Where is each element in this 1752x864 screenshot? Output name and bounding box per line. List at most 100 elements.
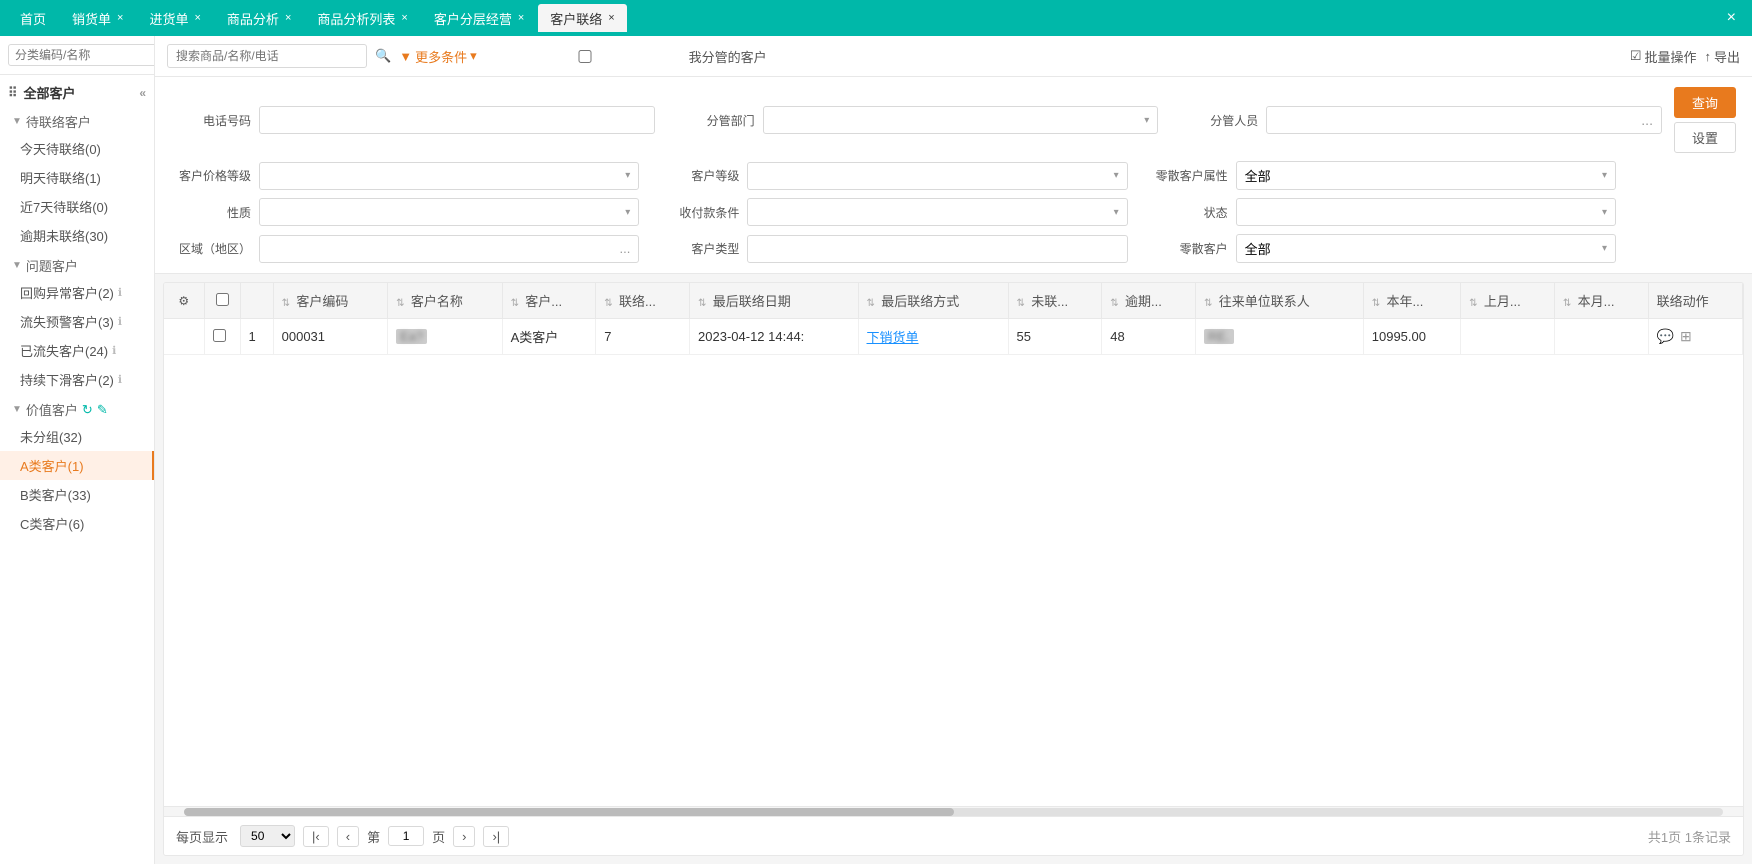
customer-type-select[interactable] <box>747 235 1127 263</box>
name-col-header[interactable]: 客户名称 <box>388 283 502 319</box>
select-all-checkbox[interactable] <box>216 293 229 306</box>
row-checkbox[interactable] <box>204 319 240 355</box>
problem-customers-group[interactable]: ▼ 问题客户 <box>0 250 154 278</box>
retail-attr-select[interactable]: 全部 ▾ <box>1236 161 1616 190</box>
region-dots[interactable]: ... <box>619 241 630 256</box>
nav-tab-analysis-list[interactable]: 商品分析列表 × <box>305 4 419 32</box>
pending-contact-group[interactable]: ▼ 待联络客户 <box>0 106 154 134</box>
sidebar-search-input[interactable] <box>8 44 155 66</box>
contacts-col-header[interactable]: 联络... <box>596 283 690 319</box>
this-month-col-header[interactable]: 本月... <box>1554 283 1648 319</box>
edit-icon[interactable]: ✎ <box>97 402 108 418</box>
window-close-btn[interactable]: × <box>1719 9 1744 27</box>
page-number-input[interactable] <box>388 826 424 846</box>
settings-col-header[interactable]: ⚙ <box>164 283 204 319</box>
phone-input[interactable] <box>259 106 655 134</box>
last-date-col-header[interactable]: 最后联络日期 <box>690 283 858 319</box>
my-customers-checkbox[interactable] <box>485 50 685 63</box>
dept-select[interactable]: ▾ <box>763 106 1159 134</box>
my-customers-checkbox-container[interactable]: 我分管的客户 <box>485 47 767 66</box>
no-contact-col-header[interactable]: 未联... <box>1008 283 1102 319</box>
more-conditions-btn[interactable]: ▼ 更多条件 ▾ <box>399 47 476 66</box>
close-customer-layer-tab[interactable]: × <box>518 12 524 24</box>
all-customers-header[interactable]: ⠿ 全部客户 « <box>0 75 154 106</box>
customer-level-select[interactable]: ▾ <box>747 162 1127 190</box>
query-btn[interactable]: 查询 <box>1674 87 1736 118</box>
row-last-method[interactable]: 下销货单 <box>858 319 1008 355</box>
filter-field-retail-attr: 零散客户属性 全部 ▾ <box>1148 161 1616 190</box>
dots-icon[interactable]: ... <box>1641 112 1653 128</box>
nature-label: 性质 <box>171 204 251 221</box>
grid-action-icon[interactable]: ⊞ <box>1680 328 1692 345</box>
row-contacts: 7 <box>596 319 690 355</box>
last-month-col-header[interactable]: 上月... <box>1461 283 1555 319</box>
status-select[interactable]: ▾ <box>1236 198 1616 226</box>
sidebar-item-overdue-pending[interactable]: 逾期未联络(30) <box>0 221 154 250</box>
retail-customer-label: 零散客户 <box>1148 240 1228 257</box>
sidebar-item-today-pending[interactable]: 今天待联络(0) <box>0 134 154 163</box>
sidebar-item-churned[interactable]: 已流失客户(24) ℹ <box>0 336 154 365</box>
next-page-btn[interactable]: › <box>453 826 475 847</box>
refresh-icon[interactable]: ↻ <box>82 402 93 418</box>
sidebar-item-declining[interactable]: 持续下滑客户(2) ℹ <box>0 365 154 394</box>
nav-tab-analysis[interactable]: 商品分析 × <box>215 4 303 32</box>
collapse-icon: « <box>139 86 146 100</box>
sidebar-item-7days-pending[interactable]: 近7天待联络(0) <box>0 192 154 221</box>
setting-btn[interactable]: 设置 <box>1674 122 1736 153</box>
prev-page-btn[interactable]: ‹ <box>337 826 359 847</box>
overdue-col-header[interactable]: 逾期... <box>1102 283 1196 319</box>
close-purchase-tab[interactable]: × <box>194 12 200 24</box>
customer-table: ⚙ 客户编码 客户名称 客户... <box>164 283 1743 355</box>
retail-customer-select[interactable]: 全部 ▾ <box>1236 234 1616 263</box>
main-layout: 🔍 ⠿ 全部客户 « ▼ 待联络客户 今天待联络(0) 明天待联络(1) 近7天… <box>0 36 1752 864</box>
content-area: 🔍 ▼ 更多条件 ▾ 我分管的客户 ☑ 批量操作 ↑ 导出 <box>155 36 1752 864</box>
chat-action-icon[interactable]: 💬 <box>1657 328 1674 345</box>
close-sales-tab[interactable]: × <box>117 12 123 24</box>
value-customers-group[interactable]: ▼ 价值客户 ↻ ✎ <box>0 394 154 422</box>
sidebar-item-class-a[interactable]: A类客户(1) <box>0 451 154 480</box>
per-page-select[interactable]: 50 100 200 <box>240 825 295 847</box>
person-select[interactable]: ... <box>1266 106 1662 134</box>
filter-field-dept: 分管部门 ▾ <box>675 106 1159 134</box>
last-page-btn[interactable]: ›| <box>483 826 509 847</box>
batch-ops-btn[interactable]: ☑ 批量操作 <box>1630 47 1697 66</box>
close-customer-contact-tab[interactable]: × <box>608 12 614 24</box>
checkbox-col-header[interactable] <box>204 283 240 319</box>
nav-tab-customer-contact[interactable]: 客户联络 × <box>538 4 626 32</box>
payment-select[interactable]: ▾ <box>747 198 1127 226</box>
type-col-header[interactable]: 客户... <box>502 283 596 319</box>
sidebar-item-tomorrow-pending[interactable]: 明天待联络(1) <box>0 163 154 192</box>
sidebar-item-ungroup[interactable]: 未分组(32) <box>0 422 154 451</box>
filter-field-phone: 电话号码 <box>171 106 655 134</box>
close-analysis-tab[interactable]: × <box>285 12 291 24</box>
row-select-checkbox[interactable] <box>213 329 226 342</box>
nav-tab-customer-layer[interactable]: 客户分层经营 × <box>422 4 536 32</box>
sidebar-item-repurchase-abnormal[interactable]: 回购异常客户(2) ℹ <box>0 278 154 307</box>
nav-tab-sales[interactable]: 销货单 × <box>60 4 135 32</box>
row-name: Ea? <box>388 319 502 355</box>
info-icon-2: ℹ <box>118 315 122 328</box>
sidebar-item-churn-warning[interactable]: 流失预警客户(3) ℹ <box>0 307 154 336</box>
person-label: 分管人员 <box>1178 112 1258 129</box>
nav-tab-home[interactable]: 首页 <box>8 4 58 32</box>
nav-tab-purchase[interactable]: 进货单 × <box>137 4 212 32</box>
sidebar-item-class-b[interactable]: B类客户(33) <box>0 480 154 509</box>
unit-contact-col-header[interactable]: 往来单位联系人 <box>1195 283 1363 319</box>
close-analysis-list-tab[interactable]: × <box>401 12 407 24</box>
search-input[interactable] <box>167 44 367 68</box>
customer-level-label: 客户等级 <box>659 167 739 184</box>
last-method-col-header[interactable]: 最后联络方式 <box>858 283 1008 319</box>
this-year-col-header[interactable]: 本年... <box>1363 283 1460 319</box>
table-wrapper[interactable]: ⚙ 客户编码 客户名称 客户... <box>164 283 1743 806</box>
first-page-btn[interactable]: |‹ <box>303 826 329 847</box>
filter-btns: 查询 设置 <box>1674 87 1736 153</box>
price-level-select[interactable]: ▾ <box>259 162 639 190</box>
filter-search-icon[interactable]: 🔍 <box>375 48 391 64</box>
region-select[interactable]: ... <box>259 235 639 263</box>
sidebar-item-class-c[interactable]: C类客户(6) <box>0 509 154 538</box>
table-row: 1 000031 Ea? A类客户 7 2023-04-12 14:44: 下销… <box>164 319 1743 355</box>
price-level-label: 客户价格等级 <box>171 167 251 184</box>
code-col-header[interactable]: 客户编码 <box>273 283 387 319</box>
export-btn[interactable]: ↑ 导出 <box>1704 47 1740 66</box>
nature-select[interactable]: ▾ <box>259 198 639 226</box>
